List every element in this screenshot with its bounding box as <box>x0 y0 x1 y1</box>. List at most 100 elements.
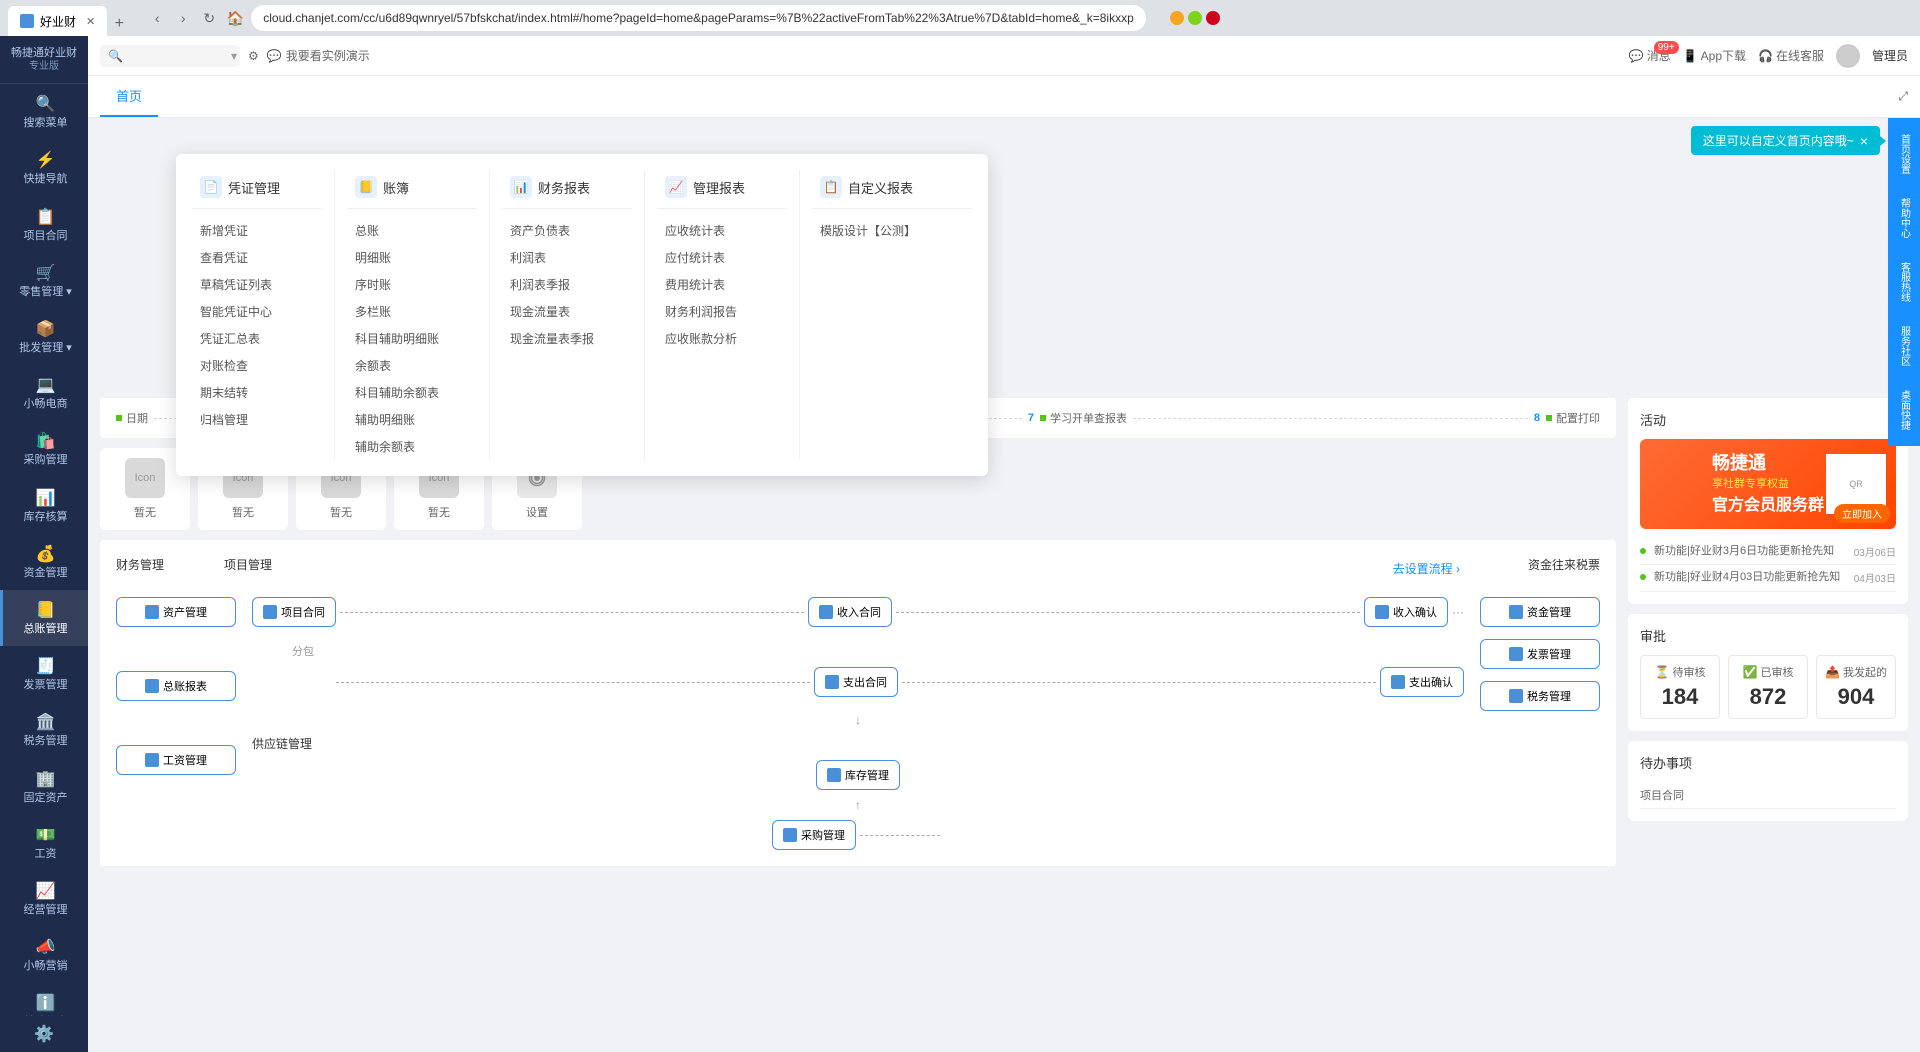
menu-item-subject-balance[interactable]: 科目辅助余额表 <box>347 379 477 406</box>
menu-item-balance-sheet[interactable]: 资产负债表 <box>502 217 632 244</box>
flow-box-expense-confirm[interactable]: 支出确认 <box>1380 667 1464 697</box>
right-sidebar-homepage[interactable]: 首页设置 <box>1895 126 1914 182</box>
app-download-button[interactable]: 📱 App下载 <box>1683 47 1746 64</box>
menu-item-aux-detail[interactable]: 辅助明细账 <box>347 406 477 433</box>
flow-box-tax[interactable]: 税务管理 <box>1480 681 1600 711</box>
sidebar-item-search[interactable]: 🔍 搜索菜单 <box>0 84 88 140</box>
flow-box-general-report[interactable]: 总账报表 <box>116 671 236 701</box>
refresh-button[interactable]: ↻ <box>199 8 219 28</box>
menu-section-custom-report: 📋 自定义报表 模版设计【公测】 <box>812 170 972 460</box>
sidebar-item-purchase[interactable]: 🛍️ 采购管理 <box>0 421 88 477</box>
new-tab-button[interactable]: + <box>107 12 131 36</box>
sidebar-item-shortcut[interactable]: ⚡ 快捷导航 <box>0 140 88 196</box>
right-sidebar-help[interactable]: 帮助中心 <box>1895 190 1914 246</box>
menu-item-voucher-summary[interactable]: 凭证汇总表 <box>192 325 322 352</box>
flow-more-1[interactable]: ··· <box>1452 605 1464 619</box>
avatar[interactable] <box>1836 44 1860 68</box>
tab-expand-button[interactable]: ⤢ <box>1886 81 1920 112</box>
sidebar-item-wholesale[interactable]: 📦 批发管理 ▾ <box>0 309 88 365</box>
news-dot-1 <box>1640 548 1646 554</box>
menu-item-balance-table[interactable]: 余额表 <box>347 352 477 379</box>
right-sidebar-desktop[interactable]: 桌面快捷 <box>1895 382 1914 438</box>
activity-banner[interactable]: 畅捷通 享社群专享权益 官方会员服务群 QR 立即加入 <box>1640 439 1896 529</box>
menu-item-smart-voucher[interactable]: 智能凭证中心 <box>192 298 322 325</box>
sidebar-item-retail[interactable]: 🛒 零售管理 ▾ <box>0 253 88 309</box>
menu-item-draft-voucher[interactable]: 草稿凭证列表 <box>192 271 322 298</box>
search-input[interactable] <box>127 49 227 63</box>
sidebar-item-marketing[interactable]: 📣 小畅营销 <box>0 927 88 983</box>
sidebar-item-operation[interactable]: 📈 经营管理 <box>0 871 88 927</box>
maximize-button[interactable] <box>1188 11 1202 25</box>
menu-item-view-voucher[interactable]: 查看凭证 <box>192 244 322 271</box>
fund-icon <box>1509 605 1523 619</box>
sidebar-item-assets[interactable]: 🏢 固定资产 <box>0 759 88 815</box>
settings-gear-icon[interactable]: ⚙ <box>248 49 259 63</box>
flow-box-fund[interactable]: 资金管理 <box>1480 597 1600 627</box>
join-button[interactable]: 立即加入 <box>1834 504 1890 523</box>
address-bar[interactable]: cloud.chanjet.com/cc/u6d89qwnryel/57bfsk… <box>251 5 1146 31</box>
flow-box-expense-contract[interactable]: 支出合同 <box>814 667 898 697</box>
approval-item-pending[interactable]: ⏳ 待审核 184 <box>1640 655 1720 719</box>
flow-box-purchase[interactable]: 采购管理 <box>772 820 856 850</box>
forward-button[interactable]: › <box>173 8 193 28</box>
menu-item-detail-ledger[interactable]: 明细账 <box>347 244 477 271</box>
menu-item-income-statement[interactable]: 利润表 <box>502 244 632 271</box>
approval-item-done[interactable]: ✅ 已审核 872 <box>1728 655 1808 719</box>
menu-item-income-quarterly[interactable]: 利润表季报 <box>502 271 632 298</box>
sidebar-settings-icon[interactable]: ⚙️ <box>34 1024 54 1044</box>
menu-item-new-voucher[interactable]: 新增凭证 <box>192 217 322 244</box>
menu-item-reconcile[interactable]: 对账检查 <box>192 352 322 379</box>
menu-item-subject-detail[interactable]: 科目辅助明细账 <box>347 325 477 352</box>
flow-box-invoice[interactable]: 发票管理 <box>1480 639 1600 669</box>
approval-item-sent[interactable]: 📤 我发起的 904 <box>1816 655 1896 719</box>
go-setup-link[interactable]: 去设置流程 › <box>1385 556 1468 581</box>
tooltip-close-button[interactable]: × <box>1860 133 1868 149</box>
menu-item-payable-stat[interactable]: 应付统计表 <box>657 244 787 271</box>
active-tab[interactable]: 好业财 ✕ <box>8 6 107 36</box>
sidebar-item-accounting[interactable]: 📒 总账管理 <box>0 590 88 646</box>
menu-item-archive[interactable]: 归档管理 <box>192 406 322 433</box>
right-sidebar-community[interactable]: 服务社区 <box>1895 318 1914 374</box>
menu-item-cashflow[interactable]: 现金流量表 <box>502 298 632 325</box>
flow-box-inventory[interactable]: 库存管理 <box>816 760 900 790</box>
menu-item-profit-report[interactable]: 财务利润报告 <box>657 298 787 325</box>
sidebar-item-ecommerce[interactable]: 💻 小畅电商 <box>0 365 88 421</box>
menu-item-template-design[interactable]: 模版设计【公测】 <box>812 217 972 244</box>
minimize-button[interactable] <box>1170 11 1184 25</box>
flow-box-income-contract[interactable]: 收入合同 <box>808 597 892 627</box>
menu-item-period-close[interactable]: 期末结转 <box>192 379 322 406</box>
menu-item-cashflow-quarterly[interactable]: 现金流量表季报 <box>502 325 632 352</box>
general-report-icon <box>145 679 159 693</box>
menu-item-receivable-analysis[interactable]: 应收账款分析 <box>657 325 787 352</box>
home-button[interactable]: 🏠 <box>225 8 245 28</box>
custom-section-icon: 📋 <box>820 176 842 198</box>
sidebar-item-invoice[interactable]: 🧾 发票管理 <box>0 646 88 702</box>
back-button[interactable]: ‹ <box>147 8 167 28</box>
menu-item-aux-balance[interactable]: 辅助余额表 <box>347 433 477 460</box>
menu-item-receivable-stat[interactable]: 应收统计表 <box>657 217 787 244</box>
right-sidebar-service[interactable]: 客服热线 <box>1895 254 1914 310</box>
menu-item-general-ledger[interactable]: 总账 <box>347 217 477 244</box>
tab-close-button[interactable]: ✕ <box>86 15 95 28</box>
flow-box-salary[interactable]: 工资管理 <box>116 745 236 775</box>
menu-item-expense-stat[interactable]: 费用统计表 <box>657 271 787 298</box>
mgmt-section-icon: 📈 <box>665 176 687 198</box>
flow-box-income-confirm[interactable]: 收入确认 <box>1364 597 1448 627</box>
message-button[interactable]: 💬 消息 99+ <box>1629 47 1671 64</box>
menu-divider-1 <box>334 170 335 460</box>
sidebar-item-salary[interactable]: 💵 工资 <box>0 815 88 871</box>
flow-box-project[interactable]: 项目合同 <box>252 597 336 627</box>
tab-home[interactable]: 首页 <box>100 76 158 117</box>
sidebar-item-basic[interactable]: ℹ️ 基础信息 <box>0 983 88 1016</box>
online-service-button[interactable]: 🎧 在线客服 <box>1758 47 1824 64</box>
sidebar-item-finance[interactable]: 💰 资金管理 <box>0 534 88 590</box>
close-button[interactable] <box>1206 11 1220 25</box>
flow-box-asset[interactable]: 资产管理 <box>116 597 236 627</box>
sidebar-item-tax[interactable]: 🏛️ 税务管理 <box>0 702 88 758</box>
todo-row-1[interactable]: 项目合同 <box>1640 782 1896 809</box>
sidebar-item-inventory[interactable]: 📊 库存核算 <box>0 478 88 534</box>
menu-item-sequential[interactable]: 序时账 <box>347 271 477 298</box>
sidebar-item-project[interactable]: 📋 项目合同 <box>0 197 88 253</box>
demo-button[interactable]: 💬 我要看实例演示 <box>267 47 370 64</box>
menu-item-multi-column[interactable]: 多栏账 <box>347 298 477 325</box>
